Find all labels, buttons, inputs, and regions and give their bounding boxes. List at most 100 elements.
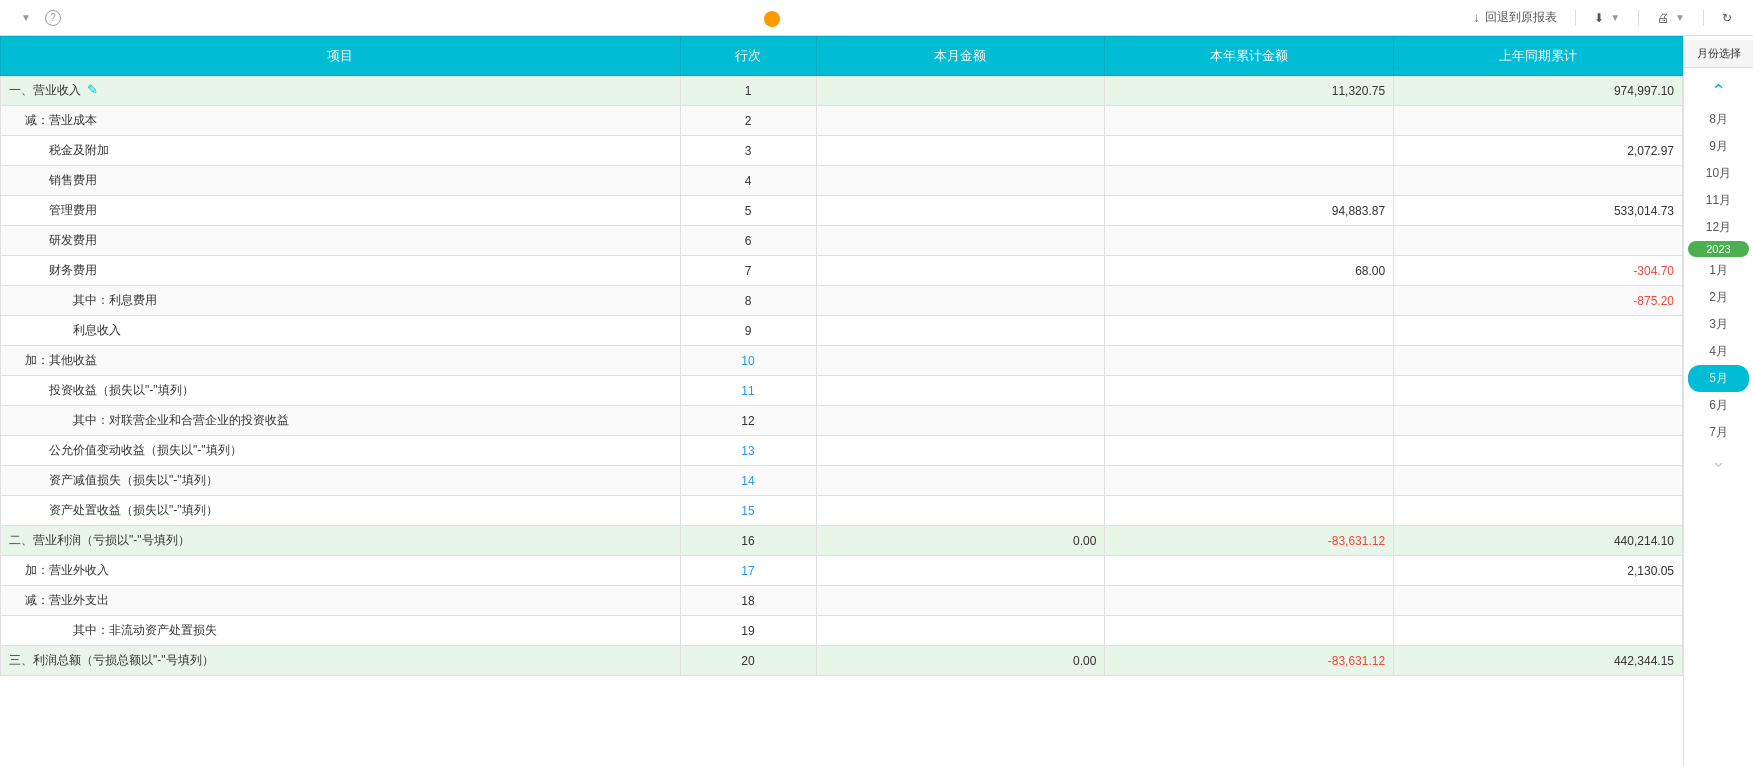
status-tag — [764, 11, 780, 27]
month-item[interactable]: 11月 — [1684, 187, 1753, 214]
cell-prev — [1394, 316, 1683, 346]
month-sidebar: 月份选择 ⌃ 8月9月10月11月12月20231月2月3月4月5月6月7月 ⌄ — [1683, 36, 1753, 766]
cell-prev: 440,214.10 — [1394, 526, 1683, 556]
table-row: 管理费用594,883.87533,014.73 — [1, 196, 1683, 226]
cell-item: 公允价值变动收益（损失以"-"填列） — [1, 436, 681, 466]
cell-prev: 2,130.05 — [1394, 556, 1683, 586]
cell-prev — [1394, 166, 1683, 196]
cell-prev — [1394, 436, 1683, 466]
cell-month — [816, 406, 1105, 436]
cell-prev — [1394, 226, 1683, 256]
cell-row-num: 19 — [680, 616, 816, 646]
month-item[interactable]: 7月 — [1684, 419, 1753, 446]
cell-row-num: 1 — [680, 76, 816, 106]
cell-year: 68.00 — [1105, 256, 1394, 286]
cell-prev — [1394, 616, 1683, 646]
print-icon: 🖨 — [1657, 11, 1669, 25]
table-body: 一、营业收入✎111,320.75974,997.10减：营业成本2税金及附加3… — [1, 76, 1683, 676]
month-item[interactable]: 4月 — [1684, 338, 1753, 365]
scope-dropdown[interactable]: ▼ — [12, 10, 37, 25]
cell-year — [1105, 226, 1394, 256]
cell-prev: -304.70 — [1394, 256, 1683, 286]
cell-year — [1105, 136, 1394, 166]
help-icon[interactable]: ? — [45, 10, 61, 26]
refresh-button[interactable]: ↻ — [1716, 9, 1741, 27]
table-row: 三、利润总额（亏损总额以"-"号填列）200.00-83,631.12442,3… — [1, 646, 1683, 676]
cell-year — [1105, 616, 1394, 646]
cell-row-num: 10 — [680, 346, 816, 376]
cell-item: 二、营业利润（亏损以"-"号填列） — [1, 526, 681, 556]
cell-item: 销售费用 — [1, 166, 681, 196]
cell-year: -83,631.12 — [1105, 646, 1394, 676]
cell-month — [816, 376, 1105, 406]
cell-month — [816, 136, 1105, 166]
nav-down-icon[interactable]: ⌄ — [1707, 446, 1730, 476]
cell-row-num: 2 — [680, 106, 816, 136]
nav-up-icon[interactable]: ⌃ — [1707, 76, 1730, 106]
cell-month — [816, 586, 1105, 616]
month-item[interactable]: 5月 — [1688, 365, 1749, 392]
cell-year — [1105, 346, 1394, 376]
month-item[interactable]: 3月 — [1684, 311, 1753, 338]
month-item[interactable]: 9月 — [1684, 133, 1753, 160]
edit-icon[interactable]: ✎ — [87, 82, 98, 97]
cell-prev — [1394, 376, 1683, 406]
cell-row-num: 16 — [680, 526, 816, 556]
cell-year — [1105, 586, 1394, 616]
cell-month: 0.00 — [816, 526, 1105, 556]
table-row: 其中：非流动资产处置损失19 — [1, 616, 1683, 646]
report-table: 项目 行次 本月金额 本年累计金额 上年同期累计 一、营业收入✎111,320.… — [0, 36, 1683, 676]
cell-prev: 2,072.97 — [1394, 136, 1683, 166]
cell-prev — [1394, 106, 1683, 136]
cell-item: 资产处置收益（损失以"-"填列） — [1, 496, 681, 526]
table-row: 研发费用6 — [1, 226, 1683, 256]
cell-item: 研发费用 — [1, 226, 681, 256]
month-list: 8月9月10月11月12月20231月2月3月4月5月6月7月 — [1684, 106, 1753, 446]
month-item[interactable]: 1月 — [1684, 257, 1753, 284]
cell-row-num: 12 — [680, 406, 816, 436]
sidebar-header: 月份选择 — [1684, 40, 1753, 68]
print-button[interactable]: 🖨 ▼ — [1651, 9, 1691, 27]
th-month: 本月金额 — [816, 37, 1105, 76]
back-icon: ↓ — [1473, 11, 1479, 25]
month-item[interactable]: 10月 — [1684, 160, 1753, 187]
table-row: 加：营业外收入172,130.05 — [1, 556, 1683, 586]
month-item[interactable]: 8月 — [1684, 106, 1753, 133]
cell-prev — [1394, 586, 1683, 616]
table-row: 减：营业成本2 — [1, 106, 1683, 136]
cell-month — [816, 106, 1105, 136]
cell-year: -83,631.12 — [1105, 526, 1394, 556]
cell-year: 94,883.87 — [1105, 196, 1394, 226]
cell-row-num: 6 — [680, 226, 816, 256]
month-item[interactable]: 2月 — [1684, 284, 1753, 311]
chevron-down-icon-2: ▼ — [1610, 12, 1620, 23]
table-row: 投资收益（损失以"-"填列）11 — [1, 376, 1683, 406]
table-row: 减：营业外支出18 — [1, 586, 1683, 616]
table-row: 财务费用768.00-304.70 — [1, 256, 1683, 286]
month-item[interactable]: 2023 — [1688, 241, 1749, 257]
cell-month — [816, 226, 1105, 256]
top-bar-left: ▼ ? — [12, 10, 61, 26]
cell-item: 减：营业外支出 — [1, 586, 681, 616]
cell-month — [816, 166, 1105, 196]
cell-year: 11,320.75 — [1105, 76, 1394, 106]
cell-month — [816, 466, 1105, 496]
table-row: 销售费用4 — [1, 166, 1683, 196]
cell-row-num: 3 — [680, 136, 816, 166]
refresh-icon: ↻ — [1722, 11, 1732, 25]
download-button[interactable]: ⬇ ▼ — [1588, 9, 1626, 27]
chevron-down-icon: ▼ — [21, 12, 31, 23]
th-item: 项目 — [1, 37, 681, 76]
cell-prev — [1394, 346, 1683, 376]
back-button[interactable]: ↓ 回退到原报表 — [1467, 7, 1563, 28]
cell-row-num: 11 — [680, 376, 816, 406]
cell-month — [816, 346, 1105, 376]
back-label: 回退到原报表 — [1485, 9, 1557, 26]
table-row: 加：其他收益10 — [1, 346, 1683, 376]
cell-row-num: 9 — [680, 316, 816, 346]
month-item[interactable]: 12月 — [1684, 214, 1753, 241]
cell-item: 管理费用 — [1, 196, 681, 226]
month-item[interactable]: 6月 — [1684, 392, 1753, 419]
cell-prev — [1394, 406, 1683, 436]
table-row: 一、营业收入✎111,320.75974,997.10 — [1, 76, 1683, 106]
